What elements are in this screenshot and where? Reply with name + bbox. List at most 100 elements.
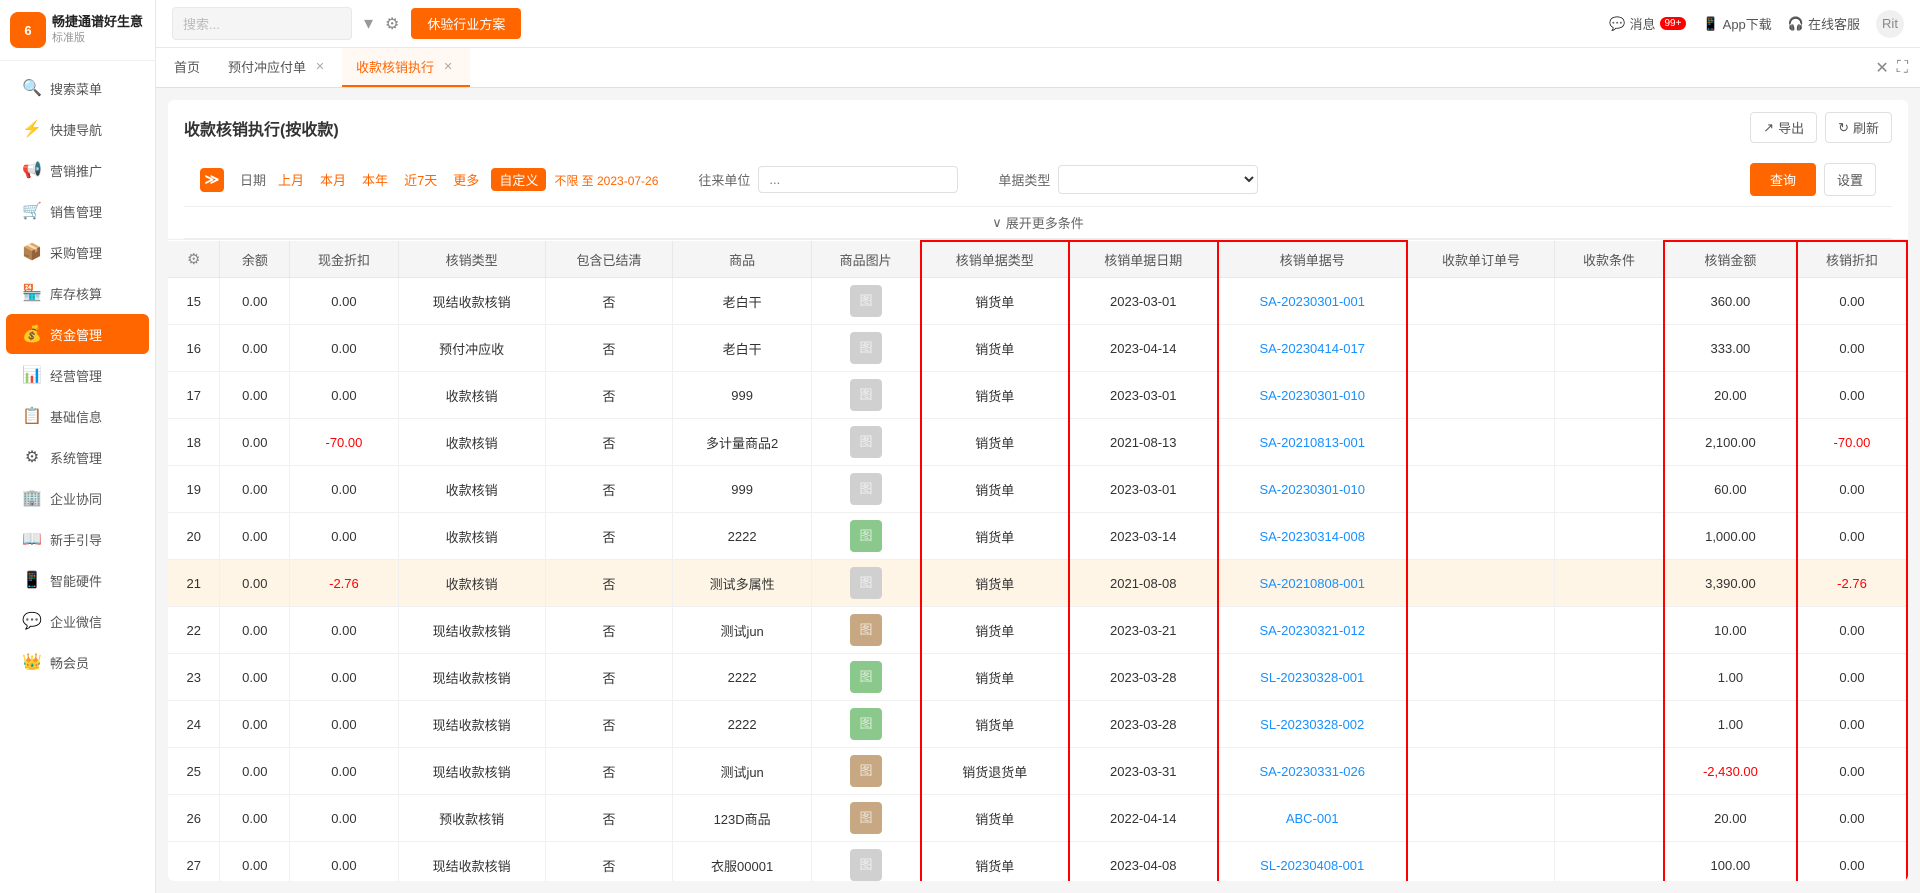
row-bill-date: 2023-03-31 <box>1069 748 1218 795</box>
bill-no-link[interactable]: SA-20230301-001 <box>1259 294 1365 309</box>
user-avatar[interactable]: Rit <box>1876 10 1904 38</box>
custom-btn[interactable]: 自定义 <box>491 168 546 191</box>
maximize-icon[interactable]: ⛶ <box>1897 59 1908 77</box>
bill-no-link[interactable]: SA-20230301-010 <box>1259 388 1365 403</box>
goods-col-header: 商品 <box>673 241 811 278</box>
message-button[interactable]: 💬 消息 99+ <box>1609 14 1686 33</box>
row-bill-type: 销货单 <box>921 419 1070 466</box>
expand-filter-button[interactable]: ≫ <box>200 168 224 192</box>
row-id: 24 <box>168 701 220 748</box>
this-month-btn[interactable]: 本月 <box>316 168 350 191</box>
settings-col-header[interactable]: ⚙ <box>168 241 220 278</box>
row-receipt-cond <box>1555 701 1664 748</box>
row-bill-date: 2021-08-13 <box>1069 419 1218 466</box>
row-type: 收款核销 <box>398 466 545 513</box>
sidebar-item-inventory[interactable]: 🏪 库存核算 <box>6 273 149 313</box>
balance-col-header: 余额 <box>220 241 290 278</box>
row-bill-type: 销货单 <box>921 325 1070 372</box>
sidebar-item-purchase[interactable]: 📦 采购管理 <box>6 232 149 272</box>
nav-icon-marketing: 📢 <box>22 160 42 180</box>
bill-no-link[interactable]: SA-20230301-010 <box>1259 482 1365 497</box>
expand-more-button[interactable]: ∨ 展开更多条件 <box>992 213 1084 232</box>
bill-no-link[interactable]: SA-20230331-026 <box>1259 764 1365 779</box>
doctype-select[interactable] <box>1058 165 1258 194</box>
sidebar-item-basic[interactable]: 📋 基础信息 <box>6 396 149 436</box>
sidebar-item-wechat[interactable]: 💬 企业微信 <box>6 601 149 641</box>
row-type: 收款核销 <box>398 372 545 419</box>
row-receipt-no <box>1407 748 1555 795</box>
row-bill-type: 销货单 <box>921 795 1070 842</box>
row-discount: 0.00 <box>1797 795 1907 842</box>
industry-solution-button[interactable]: 休验行业方案 <box>411 8 521 39</box>
bill-no-link[interactable]: SA-20230414-017 <box>1259 341 1365 356</box>
export-button[interactable]: ↗ 导出 <box>1750 112 1817 143</box>
row-balance: 0.00 <box>220 278 290 325</box>
row-balance: 0.00 <box>220 325 290 372</box>
app-download-button[interactable]: 📱 App下载 <box>1702 14 1771 33</box>
tab-label-home: 首页 <box>174 57 200 76</box>
svg-text:图: 图 <box>859 434 872 449</box>
sidebar-item-quicknav[interactable]: ⚡ 快捷导航 <box>6 109 149 149</box>
nav-label-sales: 销售管理 <box>50 202 102 221</box>
goods-image: 图 <box>850 802 882 834</box>
partner-input[interactable] <box>758 166 958 193</box>
row-goods: 衣服00001 <box>673 842 811 882</box>
dropdown-icon[interactable]: ▾ <box>364 13 373 34</box>
tab-close-receive[interactable]: ✕ <box>440 59 456 75</box>
settings-header-icon[interactable]: ⚙ <box>385 14 399 34</box>
query-button[interactable]: 查询 <box>1750 163 1816 196</box>
bill-no-link[interactable]: SA-20210808-001 <box>1259 576 1365 591</box>
partner-filter: 往来单位 <box>698 166 958 193</box>
online-service-label: 在线客服 <box>1808 14 1860 33</box>
sidebar-item-finance[interactable]: 💰 资金管理 <box>6 314 149 354</box>
online-service-button[interactable]: 🎧 在线客服 <box>1788 14 1860 33</box>
tab-receive[interactable]: 收款核销执行✕ <box>342 48 470 87</box>
sidebar-item-sales[interactable]: 🛒 销售管理 <box>6 191 149 231</box>
sidebar-nav: 🔍 搜索菜单 ⚡ 快捷导航 📢 营销推广 🛒 销售管理 📦 采购管理 🏪 库存核… <box>0 61 155 893</box>
sidebar-item-hardware[interactable]: 📱 智能硬件 <box>6 560 149 600</box>
last7-btn[interactable]: 近7天 <box>400 168 441 191</box>
close-all-tabs-icon[interactable]: ✕ <box>1875 58 1888 78</box>
sidebar-item-member[interactable]: 👑 畅会员 <box>6 642 149 682</box>
date-options: 上月 本月 本年 近7天 更多 自定义 <box>274 168 546 191</box>
date-filter: 日期 上月 本月 本年 近7天 更多 自定义 不限 至 2023-07-26 <box>240 168 658 191</box>
sidebar-item-management[interactable]: 📊 经营管理 <box>6 355 149 395</box>
sidebar-item-marketing[interactable]: 📢 营销推广 <box>6 150 149 190</box>
tab-close-prepay[interactable]: ✕ <box>312 59 328 75</box>
nav-icon-enterprise: 🏢 <box>22 488 42 508</box>
bill-no-link[interactable]: SA-20230321-012 <box>1259 623 1365 638</box>
sidebar-item-enterprise[interactable]: 🏢 企业协同 <box>6 478 149 518</box>
refresh-button[interactable]: ↻ 刷新 <box>1825 112 1892 143</box>
sidebar-item-search[interactable]: 🔍 搜索菜单 <box>6 68 149 108</box>
this-year-btn[interactable]: 本年 <box>358 168 392 191</box>
bill-no-link[interactable]: SL-20230328-001 <box>1260 670 1364 685</box>
row-balance: 0.00 <box>220 372 290 419</box>
bill-no-link[interactable]: SA-20210813-001 <box>1259 435 1365 450</box>
nav-icon-sales: 🛒 <box>22 201 42 221</box>
row-amount: 1,000.00 <box>1664 513 1797 560</box>
bill-no-link[interactable]: ABC-001 <box>1286 811 1339 826</box>
setting-button[interactable]: 设置 <box>1824 163 1876 196</box>
partner-label: 往来单位 <box>698 170 750 189</box>
nav-icon-basic: 📋 <box>22 406 42 426</box>
table-header-row: ⚙ 余额 现金折扣 核销类型 包含已结清 商品 商品图片 核销单据类型 核销单据… <box>168 241 1907 278</box>
row-balance: 0.00 <box>220 842 290 882</box>
tab-prepay[interactable]: 预付冲应付单✕ <box>214 48 342 87</box>
tab-bar-actions: ✕ ⛶ <box>1875 48 1916 87</box>
table-container: ⚙ 余额 现金折扣 核销类型 包含已结清 商品 商品图片 核销单据类型 核销单据… <box>168 240 1908 881</box>
row-cash-discount: 0.00 <box>290 654 398 701</box>
row-receipt-no <box>1407 701 1555 748</box>
bill-no-link[interactable]: SL-20230328-002 <box>1260 717 1364 732</box>
tab-home[interactable]: 首页 <box>160 48 214 87</box>
nav-icon-quicknav: ⚡ <box>22 119 42 139</box>
sidebar-item-system[interactable]: ⚙ 系统管理 <box>6 437 149 477</box>
row-bill-type: 销货单 <box>921 372 1070 419</box>
more-btn[interactable]: 更多 <box>449 168 483 191</box>
sidebar-item-guide[interactable]: 📖 新手引导 <box>6 519 149 559</box>
last-month-btn[interactable]: 上月 <box>274 168 308 191</box>
bill-no-link[interactable]: SA-20230314-008 <box>1259 529 1365 544</box>
user-text: Rit <box>1882 16 1898 31</box>
bill-no-link[interactable]: SL-20230408-001 <box>1260 858 1364 873</box>
row-amount: 3,390.00 <box>1664 560 1797 607</box>
logo-text: 畅捷通谱好生意 标准版 <box>52 13 143 47</box>
